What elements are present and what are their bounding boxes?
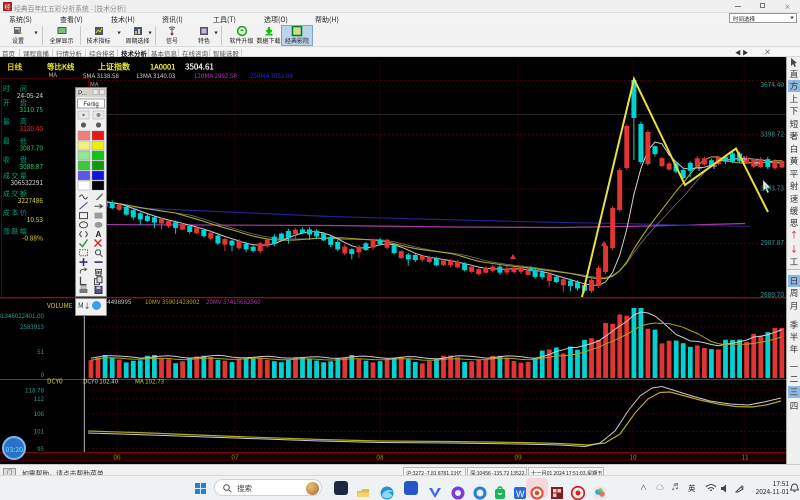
svg-text:开: 开 — [3, 97, 10, 107]
svg-text:3398.72: 3398.72 — [761, 129, 785, 139]
svg-text:VOLUME: VOLUME — [47, 300, 73, 310]
svg-text:112: 112 — [34, 394, 45, 403]
svg-text:06: 06 — [113, 452, 121, 462]
svg-text:10: 10 — [629, 452, 637, 462]
svg-text:3674.40: 3674.40 — [761, 79, 785, 89]
svg-text:日线: 日线 — [7, 62, 22, 73]
svg-text:95: 95 — [37, 444, 44, 453]
svg-text:MA 102.73: MA 102.73 — [135, 377, 165, 386]
svg-text:P...: P... — [78, 90, 87, 97]
svg-text:20MV 37415682560: 20MV 37415682560 — [206, 297, 261, 306]
svg-text:11: 11 — [741, 452, 749, 462]
svg-text:最: 最 — [3, 136, 10, 146]
svg-text:Fertig: Fertig — [83, 102, 98, 108]
svg-text:31346022401.00: 31346022401.00 — [0, 311, 45, 320]
svg-text:3227486: 3227486 — [18, 195, 44, 205]
svg-text:W: W — [516, 489, 525, 499]
svg-text:最: 最 — [3, 116, 10, 126]
svg-text:涨: 涨 — [3, 226, 10, 236]
svg-text:2907.87: 2907.87 — [761, 237, 785, 247]
svg-text:106: 106 — [34, 409, 45, 418]
svg-text:08: 08 — [376, 452, 384, 462]
svg-text:10.53: 10.53 — [27, 214, 44, 224]
svg-text:10MV 35901423002: 10MV 35901423002 — [145, 297, 200, 306]
svg-text:MA: MA — [49, 70, 58, 79]
svg-text:0: 0 — [41, 370, 45, 379]
svg-text:306532291: 306532291 — [11, 177, 44, 187]
svg-text:本: 本 — [12, 207, 19, 217]
svg-text:101: 101 — [34, 427, 45, 436]
svg-text:成: 成 — [3, 207, 10, 217]
svg-text:3110.75: 3110.75 — [20, 104, 44, 114]
svg-text:2689.70: 2689.70 — [761, 289, 785, 299]
svg-text:时: 时 — [3, 83, 10, 93]
svg-text:DCY0: DCY0 — [47, 376, 63, 386]
svg-text:-0.88%: -0.88% — [22, 233, 43, 243]
svg-text:5MA 3138.58: 5MA 3138.58 — [83, 71, 119, 80]
svg-text:07: 07 — [231, 452, 239, 462]
svg-text:成: 成 — [3, 188, 10, 198]
svg-text:09: 09 — [514, 452, 522, 462]
svg-text:13MA 3140.03: 13MA 3140.03 — [136, 71, 176, 80]
svg-text:跌: 跌 — [12, 226, 19, 236]
svg-text:3143.73: 3143.73 — [761, 183, 785, 193]
svg-text:收: 收 — [3, 154, 10, 164]
svg-text:3087.79: 3087.79 — [20, 143, 44, 153]
svg-text:DCY0 102.40: DCY0 102.40 — [83, 377, 119, 386]
svg-text:成: 成 — [3, 170, 10, 180]
svg-text:250MA 3052.98: 250MA 3052.98 — [250, 71, 293, 80]
svg-text:120MA 2992.58: 120MA 2992.58 — [194, 71, 237, 80]
svg-text:A: A — [96, 230, 102, 239]
svg-text:2583913: 2583913 — [20, 322, 45, 331]
svg-text:3130.40: 3130.40 — [20, 123, 44, 133]
svg-text:51: 51 — [37, 347, 44, 356]
